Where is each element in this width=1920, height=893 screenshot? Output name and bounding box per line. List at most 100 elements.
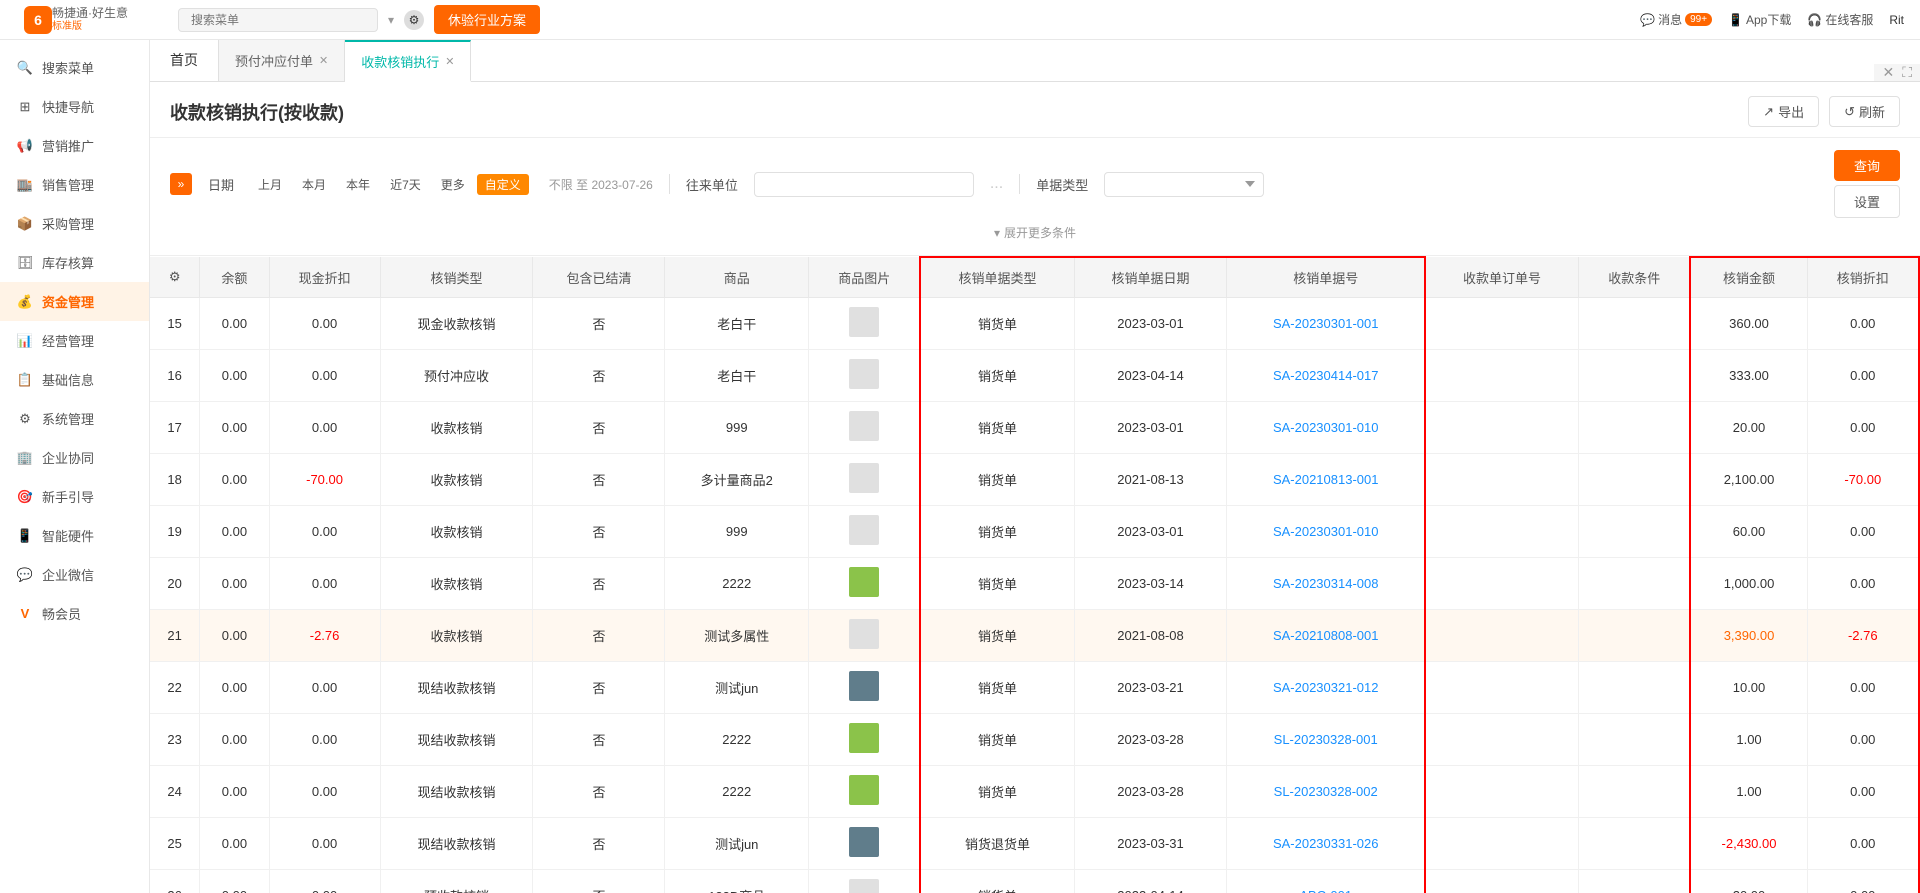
bill-no-link[interactable]: SA-20230414-017 bbox=[1273, 368, 1379, 383]
tab-close-prepay[interactable]: ✕ bbox=[319, 54, 328, 67]
message-icon: 💬 bbox=[1640, 13, 1655, 27]
date-custom-btn[interactable]: 自定义 bbox=[477, 174, 529, 195]
td-balance: 0.00 bbox=[200, 506, 269, 558]
settings-gear-icon[interactable]: ⚙ bbox=[404, 10, 424, 30]
bill-no-link[interactable]: SL-20230328-001 bbox=[1274, 732, 1378, 747]
filter-divider2 bbox=[1019, 174, 1020, 194]
table-row: 21 0.00 -2.76 收款核销 否 测试多属性 销货单 2021-08-0… bbox=[150, 610, 1919, 662]
app-download-btn[interactable]: 📱 App下载 bbox=[1728, 11, 1791, 28]
table-row: 18 0.00 -70.00 收款核销 否 多计量商品2 销货单 2021-08… bbox=[150, 454, 1919, 506]
tab-close-receipt[interactable]: ✕ bbox=[445, 55, 454, 68]
td-bill-date: 2022-04-14 bbox=[1074, 870, 1227, 893]
td-no: 22 bbox=[150, 662, 200, 714]
sidebar-item-base[interactable]: 📋 基础信息 bbox=[0, 360, 149, 399]
td-receipt-condition bbox=[1579, 818, 1691, 870]
td-cash-discount: 0.00 bbox=[269, 558, 380, 610]
filter-row: » 日期 上月 本月 本年 近7天 更多 自定义 不限 至 2023-07-26 bbox=[170, 150, 1900, 218]
logo-icon: 6 bbox=[24, 6, 52, 34]
export-btn[interactable]: ↗ 导出 bbox=[1748, 96, 1819, 127]
refresh-icon: ↺ bbox=[1844, 104, 1855, 120]
sidebar-item-quick-nav[interactable]: ⊞ 快捷导航 bbox=[0, 87, 149, 126]
tab-bar: 首页 预付冲应付单 ✕ 收款核销执行 ✕ ✕ ⛶ bbox=[150, 40, 1920, 82]
bill-no-link[interactable]: SA-20230314-008 bbox=[1273, 576, 1379, 591]
sidebar-item-hardware[interactable]: 📱 智能硬件 bbox=[0, 516, 149, 555]
filter-expand-row: ▾ 展开更多条件 bbox=[170, 218, 1900, 243]
counterpart-input[interactable] bbox=[754, 172, 974, 197]
tab-receipt-writeoff[interactable]: 收款核销执行 ✕ bbox=[345, 40, 471, 82]
online-service-btn[interactable]: 🎧 在线客服 bbox=[1807, 11, 1873, 28]
td-bill-no: SA-20210813-001 bbox=[1227, 454, 1425, 506]
date-last-month[interactable]: 上月 bbox=[250, 174, 290, 195]
tab-close-icon[interactable]: ✕ bbox=[1882, 64, 1894, 81]
bill-no-link[interactable]: SA-20210813-001 bbox=[1273, 472, 1379, 487]
expand-more-btn[interactable]: ▾ 展开更多条件 bbox=[994, 224, 1076, 241]
sidebar-item-system[interactable]: ⚙ 系统管理 bbox=[0, 399, 149, 438]
bill-no-link[interactable]: SA-20230301-001 bbox=[1273, 316, 1379, 331]
sidebar-item-marketing[interactable]: 📢 营销推广 bbox=[0, 126, 149, 165]
settings-btn[interactable]: 设置 bbox=[1834, 185, 1900, 218]
bill-no-link[interactable]: SA-20230301-010 bbox=[1273, 420, 1379, 435]
bill-no-link[interactable]: SA-20230301-010 bbox=[1273, 524, 1379, 539]
th-cash-discount: 现金折扣 bbox=[269, 257, 380, 298]
sidebar-item-guide[interactable]: 🎯 新手引导 bbox=[0, 477, 149, 516]
td-write-off-type: 收款核销 bbox=[380, 402, 533, 454]
sidebar-item-finance[interactable]: 💰 资金管理 bbox=[0, 282, 149, 321]
sidebar-item-enterprise[interactable]: 🏢 企业协同 bbox=[0, 438, 149, 477]
bill-no-link[interactable]: SA-20210808-001 bbox=[1273, 628, 1379, 643]
td-receipt-order-no bbox=[1425, 818, 1579, 870]
tab-prepay[interactable]: 预付冲应付单 ✕ bbox=[219, 40, 345, 81]
td-goods-img bbox=[809, 610, 921, 662]
bill-no-link[interactable]: SA-20230331-026 bbox=[1273, 836, 1379, 851]
action-buttons: 查询 设置 bbox=[1834, 150, 1900, 218]
td-bill-no: SA-20230301-001 bbox=[1227, 298, 1425, 350]
td-write-off-amount: 1,000.00 bbox=[1690, 558, 1807, 610]
tab-home[interactable]: 首页 bbox=[150, 40, 219, 81]
td-balance: 0.00 bbox=[200, 870, 269, 893]
sidebar-item-wechat[interactable]: 💬 企业微信 bbox=[0, 555, 149, 594]
td-receipt-order-no bbox=[1425, 350, 1579, 402]
sidebar-item-sales[interactable]: 🏬 销售管理 bbox=[0, 165, 149, 204]
industry-btn[interactable]: 休验行业方案 bbox=[434, 5, 540, 34]
bill-type-select[interactable] bbox=[1104, 172, 1264, 197]
td-goods-img bbox=[809, 350, 921, 402]
td-no: 17 bbox=[150, 402, 200, 454]
query-btn[interactable]: 查询 bbox=[1834, 150, 1900, 181]
sidebar-item-inventory[interactable]: 🗄 库存核算 bbox=[0, 243, 149, 282]
refresh-btn[interactable]: ↺ 刷新 bbox=[1829, 96, 1900, 127]
td-receipt-order-no bbox=[1425, 506, 1579, 558]
bill-no-link[interactable]: SA-20230321-012 bbox=[1273, 680, 1379, 695]
td-write-off-discount: 0.00 bbox=[1807, 506, 1919, 558]
td-bill-type: 销货单 bbox=[920, 298, 1074, 350]
th-included-settled: 包含已结清 bbox=[533, 257, 665, 298]
sidebar-item-operation[interactable]: 📊 经营管理 bbox=[0, 321, 149, 360]
date-7days[interactable]: 近7天 bbox=[382, 174, 429, 195]
sidebar-item-member[interactable]: V 畅会员 bbox=[0, 594, 149, 633]
th-bill-no: 核销单据号 bbox=[1227, 257, 1425, 298]
td-bill-type: 销货单 bbox=[920, 454, 1074, 506]
td-goods: 测试多属性 bbox=[665, 610, 809, 662]
td-no: 25 bbox=[150, 818, 200, 870]
sidebar-item-search[interactable]: 🔍 搜索菜单 bbox=[0, 48, 149, 87]
bill-no-link[interactable]: SL-20230328-002 bbox=[1274, 784, 1378, 799]
table-body: 15 0.00 0.00 现金收款核销 否 老白干 销货单 2023-03-01… bbox=[150, 298, 1919, 893]
td-write-off-amount: 360.00 bbox=[1690, 298, 1807, 350]
td-cash-discount: 0.00 bbox=[269, 662, 380, 714]
user-name[interactable]: Rit bbox=[1889, 13, 1904, 27]
bill-no-link[interactable]: ABC-001 bbox=[1299, 888, 1352, 893]
th-settings[interactable]: ⚙ bbox=[150, 257, 200, 298]
td-goods: 测试jun bbox=[665, 818, 809, 870]
td-cash-discount: 0.00 bbox=[269, 766, 380, 818]
enterprise-icon: 🏢 bbox=[16, 449, 34, 467]
messages-icon-area[interactable]: 💬 消息 99+ bbox=[1640, 11, 1712, 28]
dropdown-arrow[interactable]: ▾ bbox=[388, 13, 394, 27]
filter-expand-btn[interactable]: » bbox=[170, 173, 192, 195]
tab-expand-icon[interactable]: ⛶ bbox=[1902, 64, 1912, 81]
date-more[interactable]: 更多 bbox=[433, 174, 473, 195]
date-this-month[interactable]: 本月 bbox=[294, 174, 334, 195]
td-no: 23 bbox=[150, 714, 200, 766]
date-this-year[interactable]: 本年 bbox=[338, 174, 378, 195]
td-bill-no: ABC-001 bbox=[1227, 870, 1425, 893]
sidebar-item-purchase[interactable]: 📦 采购管理 bbox=[0, 204, 149, 243]
td-write-off-type: 现结收款核销 bbox=[380, 766, 533, 818]
top-search-input[interactable] bbox=[178, 8, 378, 32]
